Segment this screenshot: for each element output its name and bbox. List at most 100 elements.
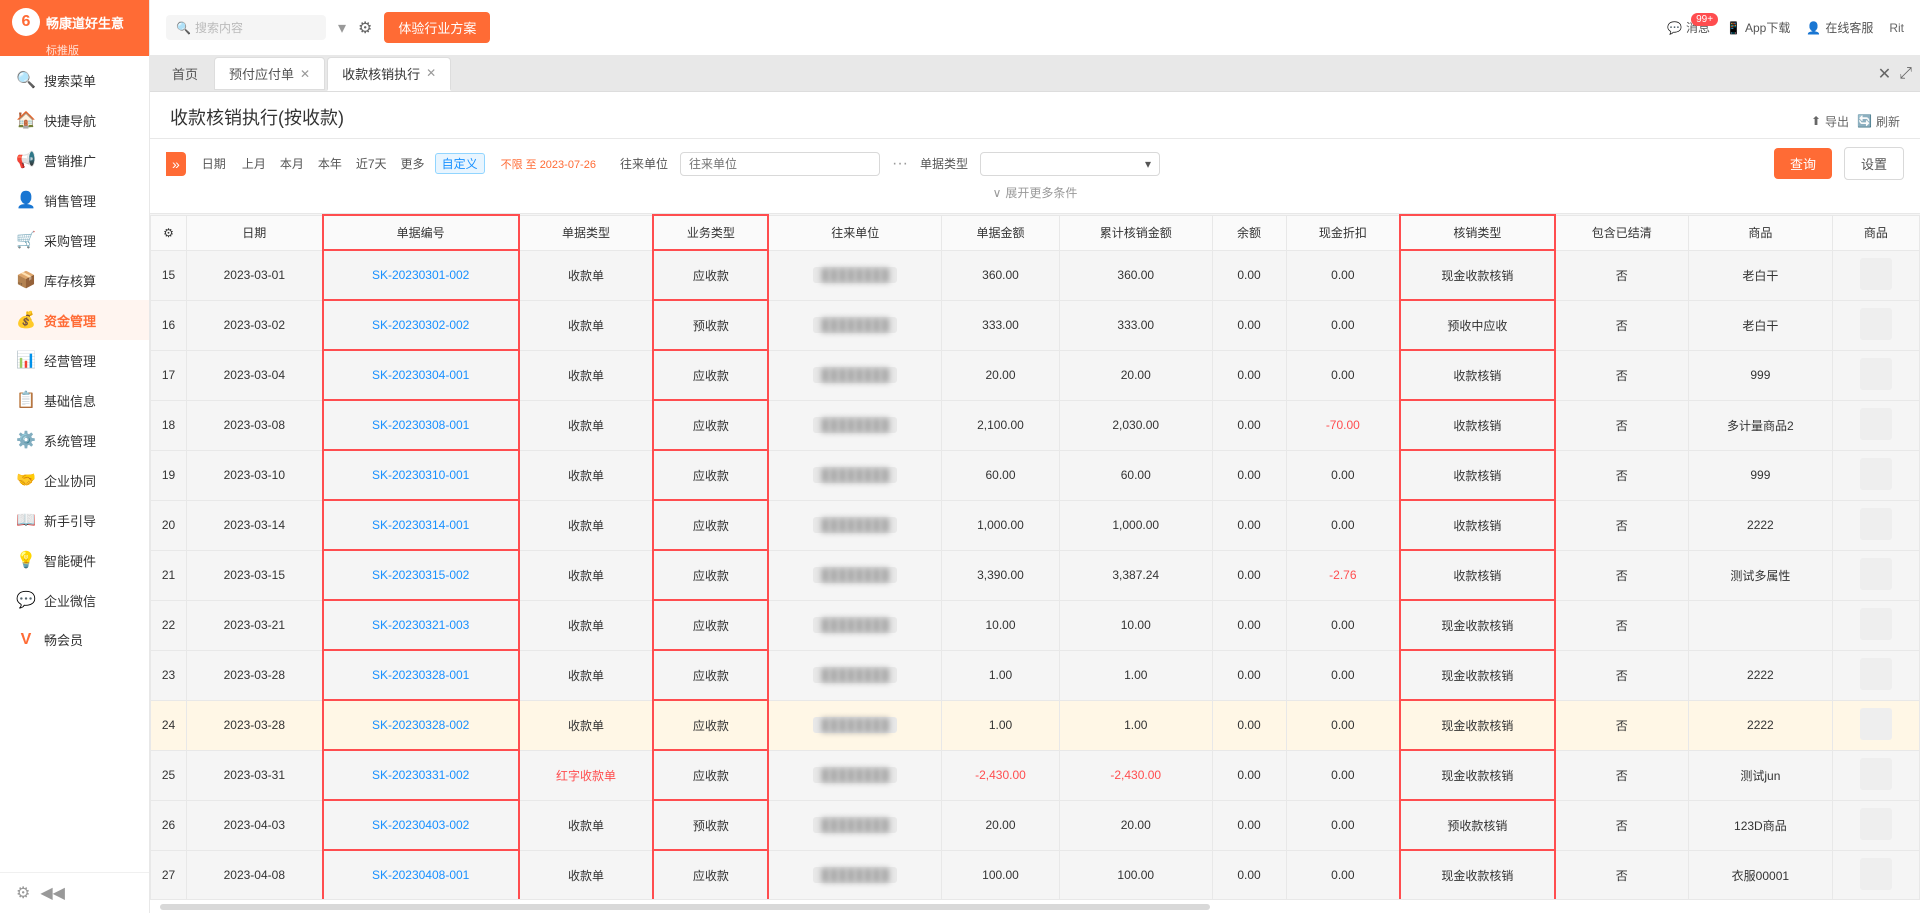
sidebar-item-search[interactable]: 🔍 搜索菜单	[0, 60, 149, 100]
voucher-no-link[interactable]: SK-20230328-001	[372, 668, 469, 682]
th-goods[interactable]: 商品	[1688, 215, 1832, 250]
td-voucher-no: SK-20230301-002	[323, 250, 519, 300]
sidebar-item-finance[interactable]: 💰 资金管理	[0, 300, 149, 340]
td-writeoff-type: 预收中应收	[1400, 300, 1554, 350]
sidebar-item-corp[interactable]: 🤝 企业协同	[0, 460, 149, 500]
th-biz-type[interactable]: 业务类型	[653, 215, 768, 250]
date-this-year-btn[interactable]: 本年	[314, 153, 346, 174]
date-7days-btn[interactable]: 近7天	[352, 153, 391, 174]
voucher-no-link[interactable]: SK-20230310-001	[372, 468, 469, 482]
voucher-no-link[interactable]: SK-20230308-001	[372, 418, 469, 432]
voucher-no-link[interactable]: SK-20230302-002	[372, 318, 469, 332]
date-more-btn[interactable]: 更多	[397, 153, 429, 174]
tab-bar: 首页 预付应付单 ✕ 收款核销执行 ✕ ✕ ⤢	[150, 56, 1920, 92]
td-amount: 1.00	[942, 650, 1060, 700]
more-filters-dots[interactable]: ···	[892, 155, 908, 173]
filter-expand-button[interactable]: »	[166, 152, 186, 176]
message-action[interactable]: 💬 消息 99+	[1667, 19, 1710, 36]
tab-expand-btn[interactable]: ⤢	[1899, 64, 1912, 84]
export-button[interactable]: ⬆ 导出	[1811, 113, 1849, 130]
horizontal-scrollbar[interactable]	[150, 899, 1920, 913]
voucher-no-link[interactable]: SK-20230408-001	[372, 868, 469, 882]
th-no[interactable]: 日期	[187, 215, 323, 250]
voucher-no-link[interactable]: SK-20230315-002	[372, 568, 469, 582]
message-icon: 💬	[1667, 21, 1682, 35]
th-writeoff-type[interactable]: 核销类型	[1400, 215, 1554, 250]
tab-receipt-label: 收款核销执行	[342, 64, 420, 83]
td-date: 2023-03-15	[187, 550, 323, 600]
sidebar-item-system[interactable]: ⚙️ 系统管理	[0, 420, 149, 460]
voucher-no-link[interactable]: SK-20230328-002	[372, 718, 469, 732]
scrollbar-thumb[interactable]	[160, 904, 1210, 910]
sidebar-item-hardware[interactable]: 💡 智能硬件	[0, 540, 149, 580]
voucher-no-link[interactable]: SK-20230331-002	[372, 768, 469, 782]
voucher-no-link[interactable]: SK-20230301-002	[372, 268, 469, 282]
th-voucher-no[interactable]: 单据编号	[323, 215, 519, 250]
voucher-no-link[interactable]: SK-20230321-003	[372, 618, 469, 632]
goods-thumbnail	[1860, 508, 1892, 540]
sidebar-item-sales[interactable]: 👤 销售管理	[0, 180, 149, 220]
sidebar-item-member[interactable]: V 畅会员	[0, 620, 149, 659]
topbar-gear-icon[interactable]: ⚙	[358, 18, 372, 38]
online-service-action[interactable]: 👤 在线客服	[1806, 19, 1873, 36]
sidebar-item-inventory[interactable]: 📦 库存核算	[0, 260, 149, 300]
industry-solution-button[interactable]: 体验行业方案	[384, 12, 490, 43]
corp-icon: 🤝	[16, 470, 36, 490]
tab-prepay-close-icon[interactable]: ✕	[300, 67, 310, 81]
voucher-no-link[interactable]: SK-20230403-002	[372, 818, 469, 832]
refresh-label: 刷新	[1876, 113, 1900, 130]
td-voucher-no: SK-20230321-003	[323, 600, 519, 650]
td-goods2	[1832, 850, 1919, 899]
th-total-writeoff[interactable]: 累计核销金额	[1059, 215, 1212, 250]
td-voucher-type: 收款单	[519, 550, 654, 600]
th-voucher-type[interactable]: 单据类型	[519, 215, 654, 250]
user-profile[interactable]: Rit	[1889, 21, 1904, 35]
th-goods2[interactable]: 商品	[1832, 215, 1919, 250]
settings-bottom-icon[interactable]: ⚙	[16, 883, 30, 903]
sidebar-item-basic[interactable]: 📋 基础信息	[0, 380, 149, 420]
voucher-no-link[interactable]: SK-20230304-001	[372, 368, 469, 382]
date-last-month-btn[interactable]: 上月	[238, 153, 270, 174]
tab-close-btn[interactable]: ✕	[1878, 64, 1891, 84]
sidebar-item-wechat[interactable]: 💬 企业微信	[0, 580, 149, 620]
td-cash-discount: 0.00	[1286, 650, 1400, 700]
partner-filter-input[interactable]	[680, 152, 880, 176]
sidebar-item-purchase[interactable]: 🛒 采购管理	[0, 220, 149, 260]
refresh-button[interactable]: 🔄 刷新	[1857, 113, 1900, 130]
sidebar-item-guide[interactable]: 📖 新手引导	[0, 500, 149, 540]
app-download-action[interactable]: 📱 App下载	[1726, 19, 1790, 36]
collapse-icon[interactable]: ◀◀	[40, 883, 65, 903]
tab-prepay-label: 预付应付单	[229, 64, 294, 83]
td-include-settled: 否	[1555, 550, 1689, 600]
topbar-search[interactable]: 🔍 搜索内容	[166, 15, 326, 40]
tab-prepay[interactable]: 预付应付单 ✕	[214, 57, 325, 90]
sidebar-item-operation[interactable]: 📊 经营管理	[0, 340, 149, 380]
expand-more-conditions[interactable]: ∨ 展开更多条件	[166, 180, 1904, 205]
service-icon: 👤	[1806, 21, 1821, 35]
td-voucher-type: 收款单	[519, 450, 654, 500]
tab-home[interactable]: 首页	[158, 58, 212, 89]
date-custom-btn[interactable]: 自定义	[435, 153, 485, 174]
th-amount[interactable]: 单据金额	[942, 215, 1060, 250]
th-partner[interactable]: 往来单位	[768, 215, 941, 250]
table-row: 15 2023-03-01 SK-20230301-002 收款单 应收款 ██…	[151, 250, 1920, 300]
td-voucher-type: 收款单	[519, 600, 654, 650]
sidebar-item-quicknav[interactable]: 🏠 快捷导航	[0, 100, 149, 140]
query-button[interactable]: 查询	[1774, 148, 1832, 179]
voucher-type-select[interactable]: ▾	[980, 152, 1160, 176]
voucher-no-link[interactable]: SK-20230314-001	[372, 518, 469, 532]
dropdown-arrow-icon[interactable]: ▾	[338, 18, 346, 38]
tab-receipt-close-icon[interactable]: ✕	[426, 66, 436, 80]
goods-thumbnail	[1860, 308, 1892, 340]
tab-receipt[interactable]: 收款核销执行 ✕	[327, 57, 451, 91]
th-cash-discount[interactable]: 现金折扣	[1286, 215, 1400, 250]
td-date: 2023-03-21	[187, 600, 323, 650]
th-balance[interactable]: 余额	[1212, 215, 1286, 250]
settings-button[interactable]: 设置	[1844, 147, 1904, 180]
goods-thumbnail	[1860, 558, 1892, 590]
th-include-settled[interactable]: 包含已结清	[1555, 215, 1689, 250]
th-gear[interactable]: ⚙	[151, 215, 187, 250]
date-this-month-btn[interactable]: 本月	[276, 153, 308, 174]
table-row: 16 2023-03-02 SK-20230302-002 收款单 预收款 ██…	[151, 300, 1920, 350]
sidebar-item-marketing[interactable]: 📢 营销推广	[0, 140, 149, 180]
